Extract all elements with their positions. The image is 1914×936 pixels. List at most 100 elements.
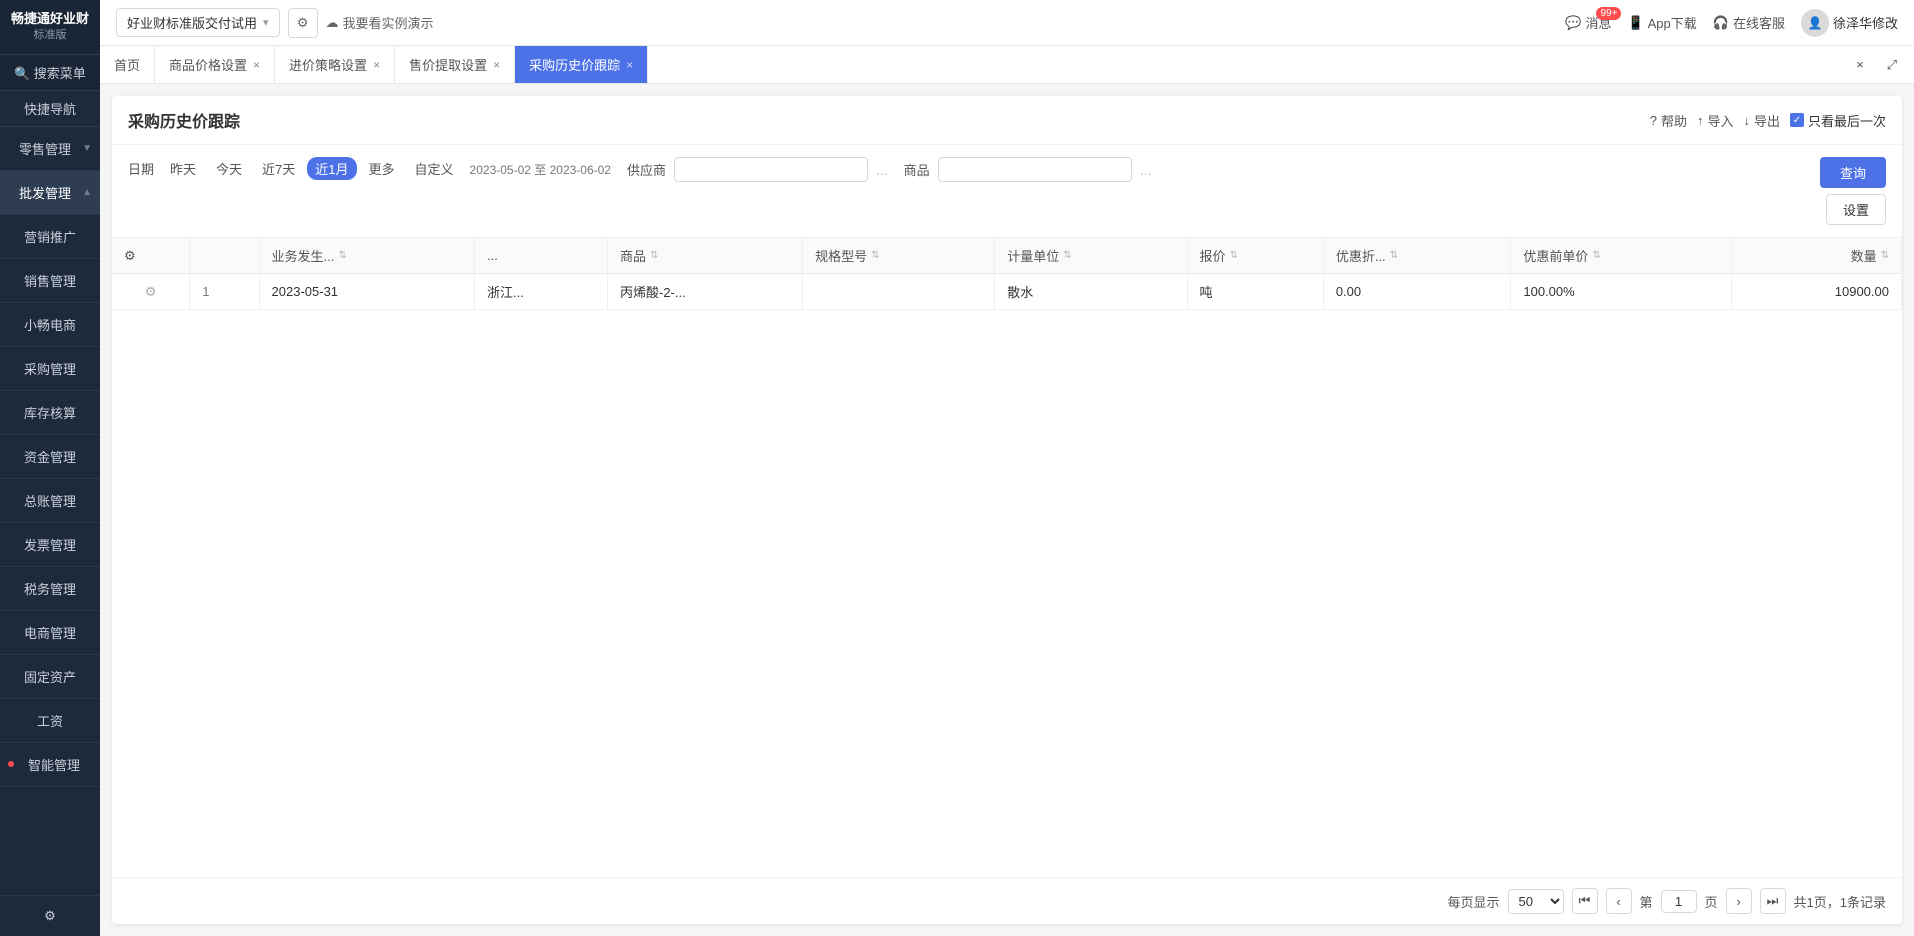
- page-container: 采购历史价跟踪 ? 帮助 ↑ 导入 ↓ 导出 ✓: [100, 84, 1914, 936]
- prev-page-button[interactable]: ‹: [1606, 888, 1632, 914]
- supplier-input[interactable]: [674, 157, 868, 182]
- sort-icon: ⇅: [1592, 250, 1600, 261]
- search-icon: 🔍: [14, 66, 30, 81]
- headset-icon: 🎧: [1713, 15, 1729, 31]
- date-option-1month[interactable]: 近1月: [307, 157, 356, 180]
- goods-more-icon[interactable]: ...: [1140, 162, 1152, 178]
- mobile-icon: 📱: [1627, 15, 1643, 31]
- goods-input[interactable]: [938, 157, 1132, 182]
- export-button[interactable]: ↓ 导出: [1743, 111, 1780, 130]
- tab-purchase-history[interactable]: 采购历史价跟踪 ×: [515, 46, 648, 84]
- th-unit[interactable]: 计量单位 ⇅: [995, 238, 1187, 274]
- topbar-left: 好业财标准版交付试用 ▾ ⚙ ☁ 我要看实例演示: [116, 8, 434, 38]
- sidebar-item-sales[interactable]: 销售管理: [0, 259, 100, 303]
- tab-close-purchase-history[interactable]: ×: [626, 58, 633, 72]
- logo-sub: 标准版: [8, 28, 92, 43]
- row-price: 吨: [1187, 274, 1323, 310]
- row-num: 1: [190, 274, 259, 310]
- th-price[interactable]: 报价 ⇅: [1187, 238, 1323, 274]
- help-button[interactable]: ? 帮助: [1650, 111, 1687, 130]
- pagination-area: 每页显示 50 10 20 100 ⏮ ‹ 第 页 ›: [112, 877, 1902, 924]
- user-info[interactable]: 👤 徐泽华修改: [1801, 9, 1898, 37]
- last-page-button[interactable]: ⏭: [1760, 888, 1786, 914]
- supplier-more-icon[interactable]: ...: [876, 162, 888, 178]
- first-page-button[interactable]: ⏮: [1572, 888, 1598, 914]
- sidebar-item-assets[interactable]: 固定资产: [0, 655, 100, 699]
- sidebar-item-invoice[interactable]: 发票管理: [0, 523, 100, 567]
- chevron-down-icon: ▾: [263, 16, 269, 29]
- date-option-7days[interactable]: 近7天: [254, 157, 303, 180]
- date-option-custom[interactable]: 自定义: [407, 157, 462, 180]
- page-input[interactable]: [1661, 890, 1697, 913]
- online-service-button[interactable]: 🎧 在线客服: [1713, 13, 1785, 32]
- query-button[interactable]: 查询: [1820, 157, 1886, 188]
- page-actions: ? 帮助 ↑ 导入 ↓ 导出 ✓ 只看最后一次: [1650, 111, 1886, 130]
- tab-close-purchase-strategy[interactable]: ×: [373, 58, 380, 72]
- per-page-label: 每页显示: [1447, 892, 1499, 911]
- app-download-button[interactable]: 📱 App下载: [1627, 13, 1696, 32]
- help-icon: ?: [1650, 113, 1657, 128]
- import-button[interactable]: ↑ 导入: [1697, 111, 1734, 130]
- sidebar-item-purchase[interactable]: 采购管理: [0, 347, 100, 391]
- date-option-yesterday[interactable]: 昨天: [162, 157, 204, 180]
- th-quantity[interactable]: 数量 ⇅: [1731, 238, 1901, 274]
- sidebar-item-smart[interactable]: 智能管理: [0, 743, 100, 787]
- tab-sale-extract[interactable]: 售价提取设置 ×: [395, 46, 515, 84]
- th-goods[interactable]: 商品 ⇅: [607, 238, 802, 274]
- import-icon: ↑: [1697, 113, 1704, 128]
- sidebar-settings[interactable]: ⚙: [0, 895, 100, 936]
- sidebar-item-retail[interactable]: 零售管理 ▼: [0, 127, 100, 171]
- th-pre-discount-price[interactable]: 优惠前单价 ⇅: [1511, 238, 1731, 274]
- gear-icon: ⚙: [44, 908, 56, 923]
- sort-icon: ⇅: [1390, 250, 1398, 261]
- tab-minimize-button[interactable]: ×: [1846, 51, 1874, 79]
- date-filter-group: 日期 昨天 今天 近7天 近1月 更多 自定义 2023-05-02 至 202…: [128, 157, 611, 180]
- next-page-button[interactable]: ›: [1726, 888, 1752, 914]
- supplier-filter-group: 供应商 ...: [627, 157, 888, 182]
- topbar-settings-button[interactable]: ⚙: [288, 8, 318, 38]
- notification-dot: [8, 761, 14, 767]
- sort-icon: ⇅: [650, 250, 658, 261]
- date-option-today[interactable]: 今天: [208, 157, 250, 180]
- tab-maximize-button[interactable]: ⤢: [1878, 51, 1906, 79]
- row-goods: 丙烯酸-2-...: [607, 274, 802, 310]
- logo-title: 畅捷通好业财: [8, 10, 92, 28]
- chevron-down-icon: ▼: [82, 143, 92, 154]
- tab-price[interactable]: 商品价格设置 ×: [155, 46, 275, 84]
- tab-bar-actions: × ⤢: [1846, 51, 1914, 79]
- th-spec[interactable]: 规格型号 ⇅: [803, 238, 995, 274]
- sidebar-quick-nav[interactable]: 快捷导航: [0, 91, 100, 127]
- sidebar-item-marketing[interactable]: 营销推广: [0, 215, 100, 259]
- table-header-row: ⚙ 业务发生... ⇅ ...: [112, 238, 1902, 274]
- row-settings-icon[interactable]: ⚙: [112, 274, 190, 310]
- date-range: 2023-05-02 至 2023-06-02: [470, 161, 611, 178]
- sidebar-item-finance[interactable]: 资金管理: [0, 435, 100, 479]
- demo-link[interactable]: ☁ 我要看实例演示: [326, 13, 434, 32]
- tab-purchase-strategy[interactable]: 进价策略设置 ×: [275, 46, 395, 84]
- sidebar-item-ledger[interactable]: 总账管理: [0, 479, 100, 523]
- th-more[interactable]: ...: [475, 238, 608, 274]
- row-pre-discount-price: 10900.00: [1731, 274, 1901, 310]
- date-options: 昨天 今天 近7天 近1月 更多 自定义: [162, 157, 462, 180]
- sidebar-item-ecommerce[interactable]: 电商管理: [0, 611, 100, 655]
- sidebar-item-wholesale[interactable]: 批发管理 ▲: [0, 171, 100, 215]
- date-option-more[interactable]: 更多: [361, 157, 403, 180]
- app-selector[interactable]: 好业财标准版交付试用 ▾: [116, 8, 280, 37]
- message-button[interactable]: 💬 消息 99+: [1565, 13, 1611, 32]
- sidebar-item-inventory[interactable]: 库存核算: [0, 391, 100, 435]
- sidebar-item-ecommerce-small[interactable]: 小畅电商: [0, 303, 100, 347]
- tab-close-price[interactable]: ×: [253, 58, 260, 72]
- tab-home[interactable]: 首页: [100, 46, 155, 84]
- page-header: 采购历史价跟踪 ? 帮助 ↑ 导入 ↓ 导出 ✓: [112, 96, 1902, 145]
- sidebar-item-payroll[interactable]: 工资: [0, 699, 100, 743]
- sidebar-item-tax[interactable]: 税务管理: [0, 567, 100, 611]
- th-biz-date[interactable]: 业务发生... ⇅: [259, 238, 475, 274]
- filter-settings-button[interactable]: 设置: [1826, 194, 1886, 225]
- th-discount[interactable]: 优惠折... ⇅: [1323, 238, 1511, 274]
- per-page-select[interactable]: 50 10 20 100: [1508, 889, 1564, 914]
- sidebar-search[interactable]: 🔍 搜索菜单: [0, 55, 100, 91]
- page-unit-label: 页: [1705, 892, 1718, 911]
- th-settings[interactable]: ⚙: [112, 238, 190, 274]
- tab-close-sale-extract[interactable]: ×: [493, 58, 500, 72]
- only-last-checkbox[interactable]: ✓ 只看最后一次: [1790, 111, 1886, 130]
